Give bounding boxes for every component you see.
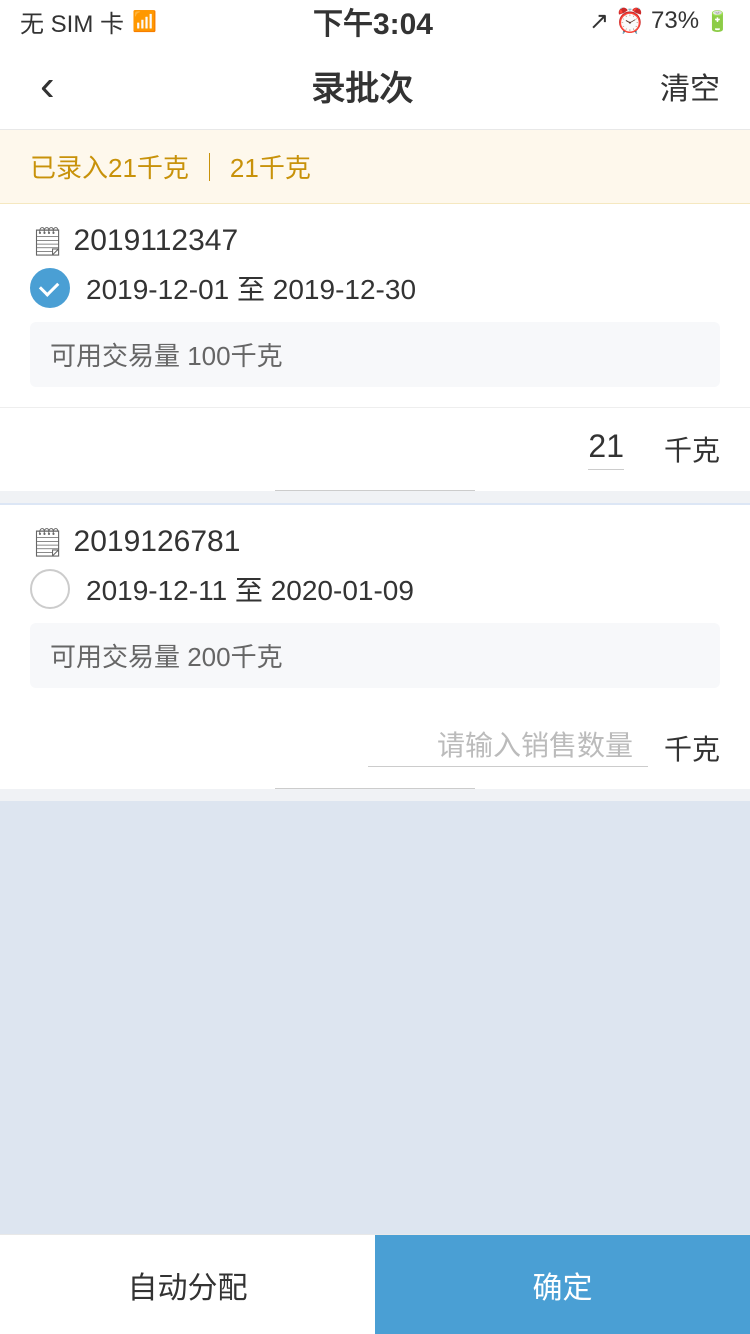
clear-button[interactable]: 清空	[660, 64, 720, 108]
separator-1	[275, 490, 475, 491]
batch-1-quantity-row: 21 千克	[0, 407, 750, 490]
wifi-icon: 📶	[132, 9, 157, 34]
auto-distribute-button[interactable]: 自动分配	[0, 1235, 375, 1334]
nav-bar: ‹ 录批次 清空	[0, 42, 750, 130]
quantity-input[interactable]	[368, 730, 648, 767]
back-button[interactable]: ‹	[30, 51, 65, 121]
batch-1-quantity-unit: 千克	[664, 429, 720, 469]
batch-1-date-row[interactable]: 2019-12-01 至 2019-12-30	[30, 268, 720, 308]
battery-text: 73%	[651, 7, 699, 35]
batch-2-input-row: 千克	[0, 708, 750, 788]
battery-icon: 🔋	[705, 9, 730, 34]
nav-title: 录批次	[311, 61, 413, 110]
confirm-label: 确定	[533, 1263, 593, 1307]
batch-card-2: 🗒 2019126781 2019-12-11 至 2020-01-09 可用交…	[0, 505, 750, 789]
summary-banner: 已录入21千克 21千克	[0, 130, 750, 204]
batch-1-header: 🗒 2019112347	[30, 224, 720, 258]
no-sim-text: 无 SIM 卡	[20, 4, 124, 39]
confirm-button[interactable]: 确定	[375, 1235, 750, 1334]
batch-2-avail: 可用交易量 200千克	[30, 623, 720, 688]
batch-card-1: 🗒 2019112347 2019-12-01 至 2019-12-30 可用交…	[0, 204, 750, 491]
batch-2-radio[interactable]	[30, 569, 70, 609]
batch-1-icon: 🗒	[30, 225, 66, 258]
batch-2-unit: 千克	[664, 728, 720, 768]
entered-label: 已录入21千克	[30, 148, 189, 185]
alarm-icon: ⏰	[615, 7, 645, 36]
summary-divider	[209, 153, 210, 181]
batch-2-header: 🗒 2019126781	[30, 525, 720, 559]
batch-2-icon: 🗒	[30, 526, 66, 559]
status-left: 无 SIM 卡 📶	[20, 4, 157, 39]
batch-2-id: 2019126781	[74, 525, 241, 559]
status-bar: 无 SIM 卡 📶 下午3:04 ↗ ⏰ 73% 🔋	[0, 0, 750, 42]
batch-1-radio[interactable]	[30, 268, 70, 308]
separator-2	[275, 788, 475, 789]
batch-2-date: 2019-12-11 至 2020-01-09	[86, 569, 414, 609]
location-icon: ↗	[589, 7, 609, 36]
batch-1-avail: 可用交易量 100千克	[30, 322, 720, 387]
status-time: 下午3:04	[313, 0, 433, 43]
batch-1-quantity-value: 21	[588, 428, 624, 470]
bottom-bar: 自动分配 确定	[0, 1234, 750, 1334]
batch-1-id: 2019112347	[74, 224, 239, 258]
batch-1-date: 2019-12-01 至 2019-12-30	[86, 268, 416, 308]
batch-2-date-row[interactable]: 2019-12-11 至 2020-01-09	[30, 569, 720, 609]
total-label: 21千克	[230, 148, 311, 185]
auto-distribute-label: 自动分配	[128, 1263, 248, 1307]
status-right: ↗ ⏰ 73% 🔋	[589, 7, 730, 36]
empty-area	[0, 801, 750, 1241]
